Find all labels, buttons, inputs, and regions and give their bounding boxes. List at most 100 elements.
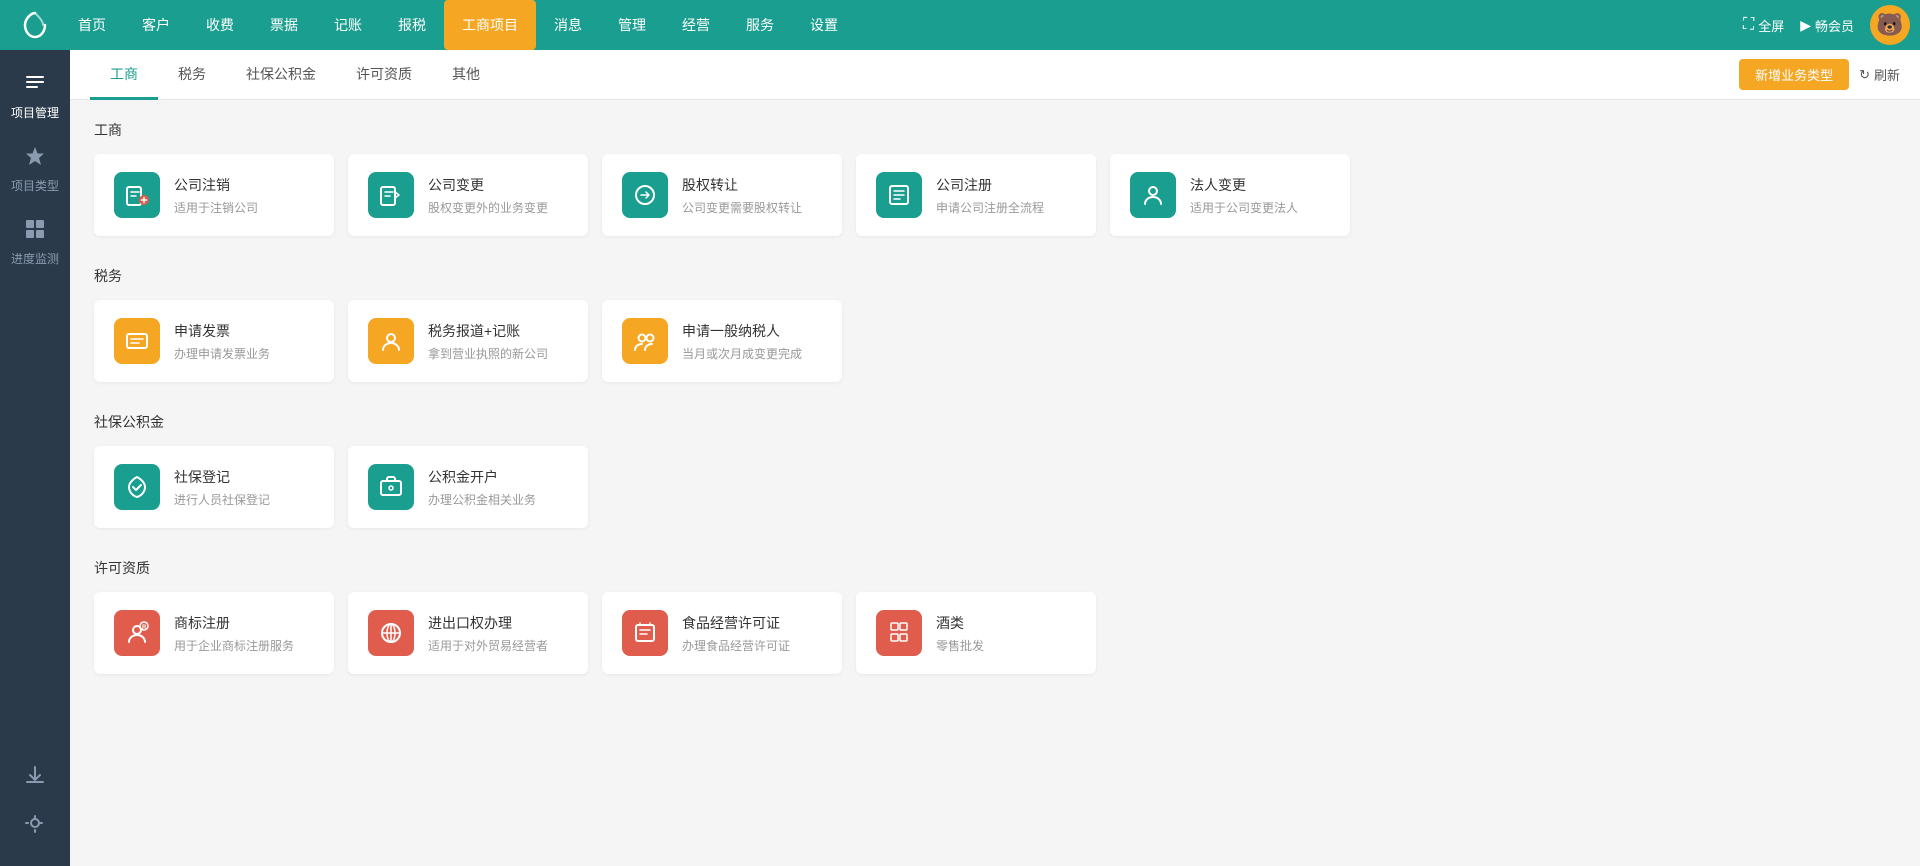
apply-invoice-info: 申请发票 办理申请发票业务	[174, 321, 314, 362]
equity-transfer-desc: 公司变更需要股权转让	[682, 199, 822, 216]
new-type-button[interactable]: 新增业务类型	[1739, 59, 1849, 90]
tab-other[interactable]: 其他	[432, 50, 500, 100]
provident-fund-desc: 办理公积金相关业务	[428, 491, 568, 508]
card-tax-bookkeeping[interactable]: 税务报道+记账 拿到营业执照的新公司	[348, 300, 588, 382]
card-food-license[interactable]: 食品经营许可证 办理食品经营许可证	[602, 592, 842, 674]
sidebar-download-btn[interactable]	[0, 754, 70, 796]
company-change-icon	[368, 172, 414, 218]
food-license-name: 食品经营许可证	[682, 613, 822, 633]
alcohol-desc: 零售批发	[936, 637, 1076, 654]
provident-fund-info: 公积金开户 办理公积金相关业务	[428, 467, 568, 508]
nav-bookkeeping[interactable]: 记账	[316, 0, 380, 50]
card-alcohol[interactable]: 酒类 零售批发	[856, 592, 1096, 674]
nav-tax[interactable]: 报税	[380, 0, 444, 50]
import-export-icon	[368, 610, 414, 656]
sidebar-location-btn[interactable]	[0, 804, 70, 846]
company-change-info: 公司变更 股权变更外的业务变更	[428, 175, 568, 216]
trademark-desc: 用于企业商标注册服务	[174, 637, 314, 654]
card-company-register[interactable]: 公司注册 申请公司注册全流程	[856, 154, 1096, 236]
company-cancel-desc: 适用于注销公司	[174, 199, 314, 216]
section-title-social: 社保公积金	[94, 412, 1896, 432]
card-company-change[interactable]: 公司变更 股权变更外的业务变更	[348, 154, 588, 236]
food-license-icon	[622, 610, 668, 656]
nav-service[interactable]: 服务	[728, 0, 792, 50]
top-navigation: 首页 客户 收费 票据 记账 报税 工商项目 消息 管理 经营 服务 设置 ⛶ …	[0, 0, 1920, 50]
refresh-icon: ↻	[1859, 67, 1870, 83]
card-general-taxpayer[interactable]: 申请一般纳税人 当月或次月成变更完成	[602, 300, 842, 382]
star-icon	[24, 145, 46, 173]
refresh-label: 刷新	[1874, 65, 1900, 84]
nav-operation[interactable]: 经营	[664, 0, 728, 50]
main-scroll-content[interactable]: 工商 公司注销 适用于注销公司	[70, 100, 1920, 866]
member-label: 畅会员	[1815, 16, 1854, 35]
card-import-export[interactable]: 进出口权办理 适用于对外贸易经营者	[348, 592, 588, 674]
tax-bookkeeping-desc: 拿到营业执照的新公司	[428, 345, 568, 362]
member-btn[interactable]: ▶ 畅会员	[1800, 16, 1854, 35]
card-grid-industrial: 公司注销 适用于注销公司 公司变更 股权变更外的业务变更	[94, 154, 1896, 236]
tab-bar-actions: 新增业务类型 ↻ 刷新	[1739, 59, 1900, 90]
import-export-name: 进出口权办理	[428, 613, 568, 633]
card-equity-transfer[interactable]: 股权转让 公司变更需要股权转让	[602, 154, 842, 236]
sidebar-item-project-type[interactable]: 项目类型	[0, 133, 70, 206]
general-taxpayer-info: 申请一般纳税人 当月或次月成变更完成	[682, 321, 822, 362]
company-register-info: 公司注册 申请公司注册全流程	[936, 175, 1076, 216]
sidebar-item-project-manage[interactable]: 项目管理	[0, 60, 70, 133]
legal-change-name: 法人变更	[1190, 175, 1330, 195]
tab-industrial[interactable]: 工商	[90, 50, 158, 100]
tab-tax[interactable]: 税务	[158, 50, 226, 100]
apply-invoice-desc: 办理申请发票业务	[174, 345, 314, 362]
company-cancel-icon	[114, 172, 160, 218]
mascot-avatar[interactable]: 🐻	[1870, 5, 1910, 45]
card-grid-tax: 申请发票 办理申请发票业务 税务报道+记账 拿到营业执照的新公司	[94, 300, 1896, 382]
provident-fund-name: 公积金开户	[428, 467, 568, 487]
card-company-cancel[interactable]: 公司注销 适用于注销公司	[94, 154, 334, 236]
card-legal-change[interactable]: 法人变更 适用于公司变更法人	[1110, 154, 1350, 236]
grid-icon	[24, 218, 46, 246]
legal-change-info: 法人变更 适用于公司变更法人	[1190, 175, 1330, 216]
tab-bar: 工商 税务 社保公积金 许可资质 其他 新增业务类型 ↻ 刷新	[70, 50, 1920, 100]
svg-text:R: R	[142, 625, 147, 631]
nav-invoice[interactable]: 票据	[252, 0, 316, 50]
card-grid-license: R 商标注册 用于企业商标注册服务	[94, 592, 1896, 674]
section-title-tax: 税务	[94, 266, 1896, 286]
card-trademark[interactable]: R 商标注册 用于企业商标注册服务	[94, 592, 334, 674]
card-grid-social: 社保登记 进行人员社保登记 公积金开户 办理公积金相关业务	[94, 446, 1896, 528]
nav-settings[interactable]: 设置	[792, 0, 856, 50]
social-insurance-icon	[114, 464, 160, 510]
company-change-name: 公司变更	[428, 175, 568, 195]
tab-social-fund[interactable]: 社保公积金	[226, 50, 336, 100]
top-nav-right: ⛶ 全屏 ▶ 畅会员 🐻	[1743, 5, 1910, 45]
nav-client[interactable]: 客户	[124, 0, 188, 50]
legal-change-icon	[1130, 172, 1176, 218]
nav-manage[interactable]: 管理	[600, 0, 664, 50]
provident-fund-icon	[368, 464, 414, 510]
section-title-license: 许可资质	[94, 558, 1896, 578]
trademark-info: 商标注册 用于企业商标注册服务	[174, 613, 314, 654]
card-apply-invoice[interactable]: 申请发票 办理申请发票业务	[94, 300, 334, 382]
nav-industrial[interactable]: 工商项目	[444, 0, 536, 50]
company-register-icon	[876, 172, 922, 218]
food-license-info: 食品经营许可证 办理食品经营许可证	[682, 613, 822, 654]
play-icon: ▶	[1800, 17, 1811, 34]
nav-message[interactable]: 消息	[536, 0, 600, 50]
social-insurance-name: 社保登记	[174, 467, 314, 487]
alcohol-icon	[876, 610, 922, 656]
fullscreen-btn[interactable]: ⛶ 全屏	[1743, 16, 1784, 35]
trademark-name: 商标注册	[174, 613, 314, 633]
equity-transfer-name: 股权转让	[682, 175, 822, 195]
apply-invoice-icon	[114, 318, 160, 364]
card-provident-fund[interactable]: 公积金开户 办理公积金相关业务	[348, 446, 588, 528]
nav-home[interactable]: 首页	[60, 0, 124, 50]
apply-invoice-name: 申请发票	[174, 321, 314, 341]
tab-license[interactable]: 许可资质	[336, 50, 432, 100]
fullscreen-icon: ⛶	[1743, 16, 1754, 34]
equity-transfer-icon	[622, 172, 668, 218]
refresh-button[interactable]: ↻ 刷新	[1859, 65, 1900, 84]
list-icon	[24, 72, 46, 100]
company-cancel-info: 公司注销 适用于注销公司	[174, 175, 314, 216]
card-social-insurance[interactable]: 社保登记 进行人员社保登记	[94, 446, 334, 528]
nav-fee[interactable]: 收费	[188, 0, 252, 50]
import-export-info: 进出口权办理 适用于对外贸易经营者	[428, 613, 568, 654]
sidebar-item-progress-monitor[interactable]: 进度监测	[0, 206, 70, 279]
general-taxpayer-name: 申请一般纳税人	[682, 321, 822, 341]
